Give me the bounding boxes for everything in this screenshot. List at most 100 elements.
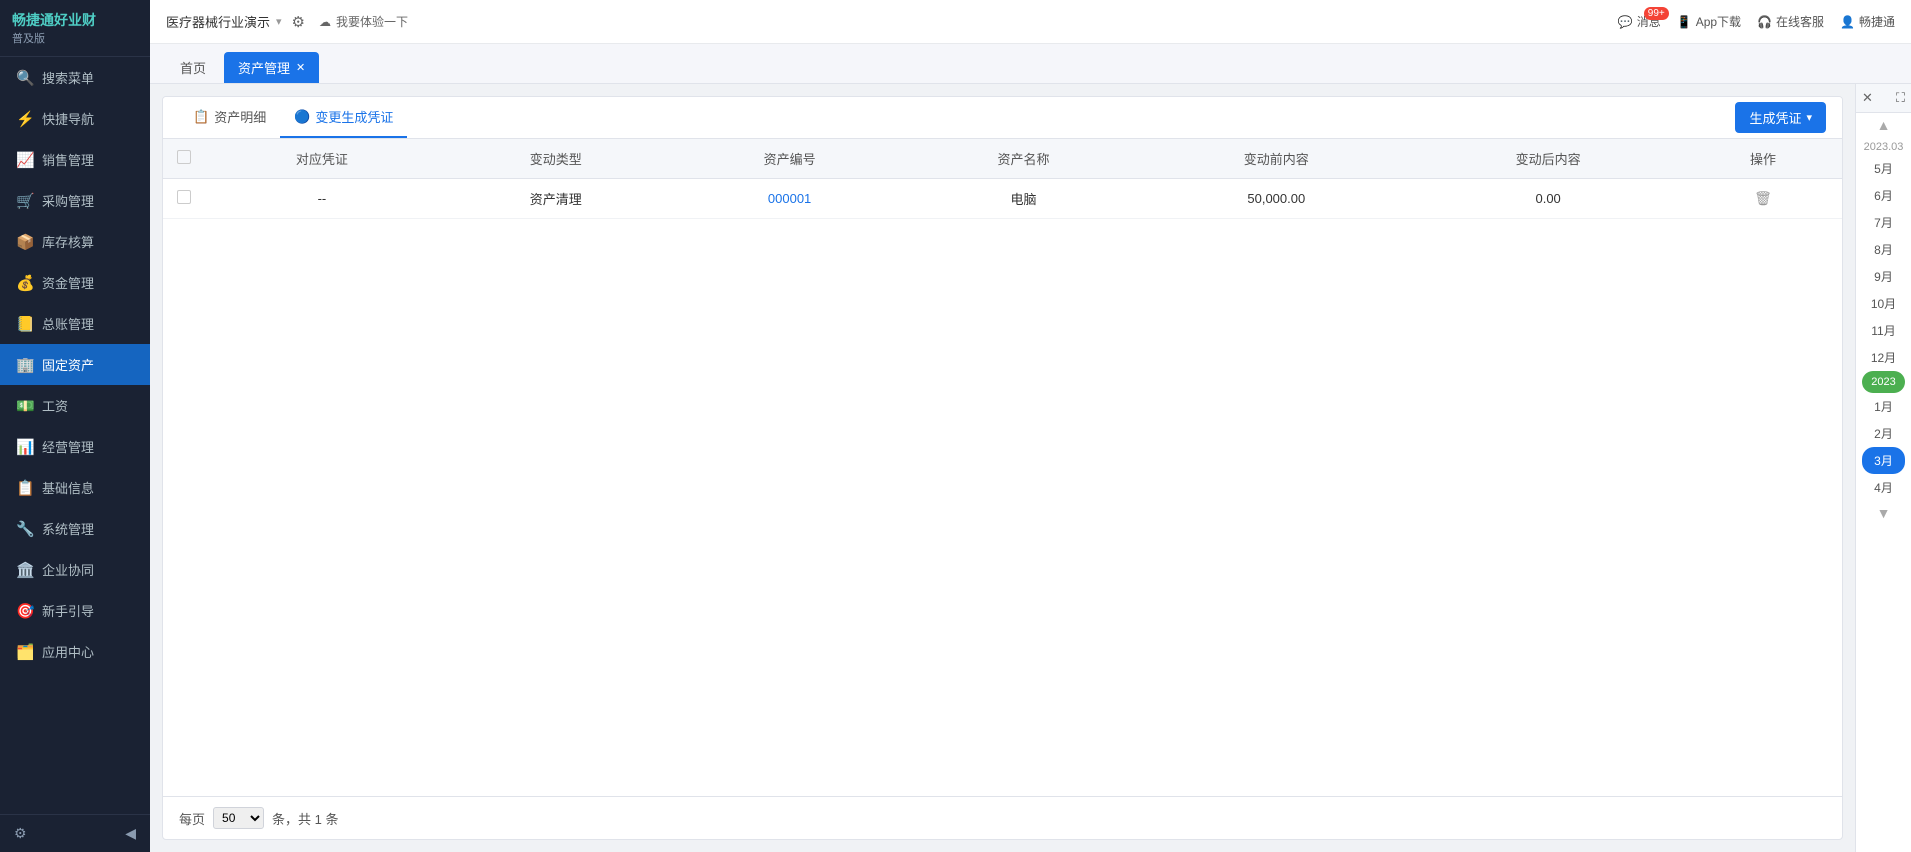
subtab-icon-asset-list: 📋 xyxy=(193,109,209,125)
sidebar-item-sales[interactable]: 📈 销售管理 xyxy=(0,139,150,180)
generate-voucher-label: 生成凭证 xyxy=(1749,108,1801,127)
total-text: 条，共 1 条 xyxy=(272,809,338,828)
topbar-message[interactable]: 💬 消息 99+ xyxy=(1618,13,1661,30)
sidebar-icon-ledger: 📒 xyxy=(16,315,34,333)
sidebar-nav: 🔍 搜索菜单 ⚡ 快捷导航 📈 销售管理 🛒 采购管理 📦 库存核算 💰 资金管… xyxy=(0,57,150,814)
row-checkbox-0[interactable] xyxy=(177,190,191,204)
per-page-select[interactable]: 102050100 xyxy=(213,807,264,829)
topbar-user[interactable]: 👤 畅捷通 xyxy=(1840,13,1895,30)
logo-sub: 普及版 xyxy=(12,30,45,46)
sidebar-label-app-center: 应用中心 xyxy=(42,642,94,661)
tab-label-home: 首页 xyxy=(180,58,206,77)
sidebar-item-search[interactable]: 🔍 搜索菜单 xyxy=(0,57,150,98)
topbar-app-download[interactable]: 📱 App下载 xyxy=(1677,13,1741,30)
topbar-right: 💬 消息 99+ 📱 App下载 🎧 在线客服 👤 畅捷通 xyxy=(1618,13,1895,30)
month-item-5月[interactable]: 5月 xyxy=(1856,155,1911,182)
sidebar-item-app-center[interactable]: 🗂️ 应用中心 xyxy=(0,631,150,672)
month-item-8月[interactable]: 8月 xyxy=(1856,236,1911,263)
table-body: -- 资产清理 000001 电脑 50,000.00 0.00 🗑 xyxy=(163,179,1842,219)
month-item-10月[interactable]: 10月 xyxy=(1856,290,1911,317)
month-item-11月[interactable]: 11月 xyxy=(1856,317,1911,344)
asset-table: 对应凭证 变动类型 资产编号 资产名称 变动前内容 变动后内容 操作 -- 资产… xyxy=(163,139,1842,219)
cloud-icon: ☁ xyxy=(319,15,331,29)
tab-close-asset-mgmt[interactable]: ✕ xyxy=(296,61,305,74)
month-item-4月[interactable]: 4月 xyxy=(1856,474,1911,501)
month-item-9月[interactable]: 9月 xyxy=(1856,263,1911,290)
sidebar-item-purchase[interactable]: 🛒 采购管理 xyxy=(0,180,150,221)
year-2023-label: 2023 xyxy=(1862,371,1905,393)
month-item-1月[interactable]: 1月 xyxy=(1856,393,1911,420)
sidebar-item-basic-info[interactable]: 📋 基础信息 xyxy=(0,467,150,508)
sidebar-item-ledger[interactable]: 📒 总账管理 xyxy=(0,303,150,344)
cell-before-change-0: 50,000.00 xyxy=(1140,179,1412,219)
right-panel: ✕ ⛶ ▲ 2023.03 5月6月7月8月9月10月11月12月20231月2… xyxy=(1855,84,1911,852)
header-asset-code: 资产编号 xyxy=(673,139,907,179)
collapse-icon[interactable]: ◀ xyxy=(125,825,136,842)
generate-voucher-button[interactable]: 生成凭证 ▾ xyxy=(1735,102,1826,133)
generate-voucher-chevron-icon: ▾ xyxy=(1806,111,1812,124)
sidebar-label-operations: 经营管理 xyxy=(42,437,94,456)
settings-icon[interactable]: ⚙ xyxy=(14,825,27,842)
cell-change-type-0: 资产清理 xyxy=(439,179,673,219)
month-item-12月[interactable]: 12月 xyxy=(1856,344,1911,371)
sidebar-icon-basic-info: 📋 xyxy=(16,479,34,497)
topbar-icon-app-download: 📱 xyxy=(1677,15,1692,29)
date-scroll-down-button[interactable]: ▼ xyxy=(1856,501,1911,525)
sidebar-label-fixed-assets: 固定资产 xyxy=(42,355,94,374)
sidebar-icon-salary: 💵 xyxy=(16,397,34,415)
subtab-change-voucher[interactable]: 🔵变更生成凭证 xyxy=(280,97,407,138)
tab-asset-mgmt[interactable]: 资产管理✕ xyxy=(224,52,319,83)
sidebar-item-inventory[interactable]: 📦 库存核算 xyxy=(0,221,150,262)
table-header: 对应凭证 变动类型 资产编号 资产名称 变动前内容 变动后内容 操作 xyxy=(163,139,1842,179)
sidebar-label-salary: 工资 xyxy=(42,396,68,415)
experience-button[interactable]: ☁ 我要体验一下 xyxy=(319,13,408,30)
cell-after-change-0: 0.00 xyxy=(1412,179,1684,219)
per-page-label: 每页 xyxy=(179,809,205,828)
sidebar-label-funds: 资金管理 xyxy=(42,273,94,292)
delete-row-button-0[interactable]: 🗑 xyxy=(1754,190,1772,206)
badge-message: 99+ xyxy=(1644,7,1669,20)
sidebar-item-funds[interactable]: 💰 资金管理 xyxy=(0,262,150,303)
sidebar-icon-search: 🔍 xyxy=(16,69,34,87)
pagination: 每页 102050100 条，共 1 条 xyxy=(163,796,1842,839)
sidebar-label-search: 搜索菜单 xyxy=(42,68,94,87)
month-item-6月[interactable]: 6月 xyxy=(1856,182,1911,209)
month-item-2月[interactable]: 2月 xyxy=(1856,420,1911,447)
topbar-online-service[interactable]: 🎧 在线客服 xyxy=(1757,13,1824,30)
right-panel-header: ✕ ⛶ xyxy=(1856,84,1911,113)
header-action: 操作 xyxy=(1684,139,1842,179)
subtab-asset-list[interactable]: 📋资产明细 xyxy=(179,97,280,138)
cell-checkbox-0 xyxy=(163,179,205,219)
select-all-checkbox[interactable] xyxy=(177,150,191,164)
cell-asset-name-0: 电脑 xyxy=(907,179,1141,219)
sidebar-item-quick-nav[interactable]: ⚡ 快捷导航 xyxy=(0,98,150,139)
sidebar-icon-funds: 💰 xyxy=(16,274,34,292)
sidebar-item-salary[interactable]: 💵 工资 xyxy=(0,385,150,426)
current-date-label: 2023.03 xyxy=(1856,137,1911,155)
tab-home[interactable]: 首页 xyxy=(166,52,220,83)
sidebar-item-guide[interactable]: 🎯 新手引导 xyxy=(0,590,150,631)
header-change-type: 变动类型 xyxy=(439,139,673,179)
month-item-7月[interactable]: 7月 xyxy=(1856,209,1911,236)
topbar-icon-user: 👤 xyxy=(1840,15,1855,29)
sidebar-item-operations[interactable]: 📊 经营管理 xyxy=(0,426,150,467)
cell-action-0: 🗑 xyxy=(1684,179,1842,219)
company-selector[interactable]: 医疗器械行业演示 ▾ xyxy=(166,12,282,31)
topbar: 医疗器械行业演示 ▾ ⚙ ☁ 我要体验一下 💬 消息 99+ 📱 App下载 🎧… xyxy=(150,0,1911,44)
sidebar-label-guide: 新手引导 xyxy=(42,601,94,620)
sidebar-item-enterprise[interactable]: 🏛️ 企业协同 xyxy=(0,549,150,590)
date-scroll-up-button[interactable]: ▲ xyxy=(1856,113,1911,137)
subtab-icon-change-voucher: 🔵 xyxy=(294,109,310,125)
panel-expand-button[interactable]: ⛶ xyxy=(1896,90,1905,106)
sidebar-item-system[interactable]: 🔧 系统管理 xyxy=(0,508,150,549)
header-voucher: 对应凭证 xyxy=(205,139,439,179)
topbar-gear-icon[interactable]: ⚙ xyxy=(292,13,305,31)
panel-close-button[interactable]: ✕ xyxy=(1862,90,1873,106)
sidebar-item-fixed-assets[interactable]: 🏢 固定资产 xyxy=(0,344,150,385)
sidebar-icon-system: 🔧 xyxy=(16,520,34,538)
cell-asset-code-0: 000001 xyxy=(673,179,907,219)
topbar-icon-message: 💬 xyxy=(1618,15,1633,29)
month-item-3月[interactable]: 3月 xyxy=(1862,447,1905,474)
table-row: -- 资产清理 000001 电脑 50,000.00 0.00 🗑 xyxy=(163,179,1842,219)
sidebar-label-purchase: 采购管理 xyxy=(42,191,94,210)
